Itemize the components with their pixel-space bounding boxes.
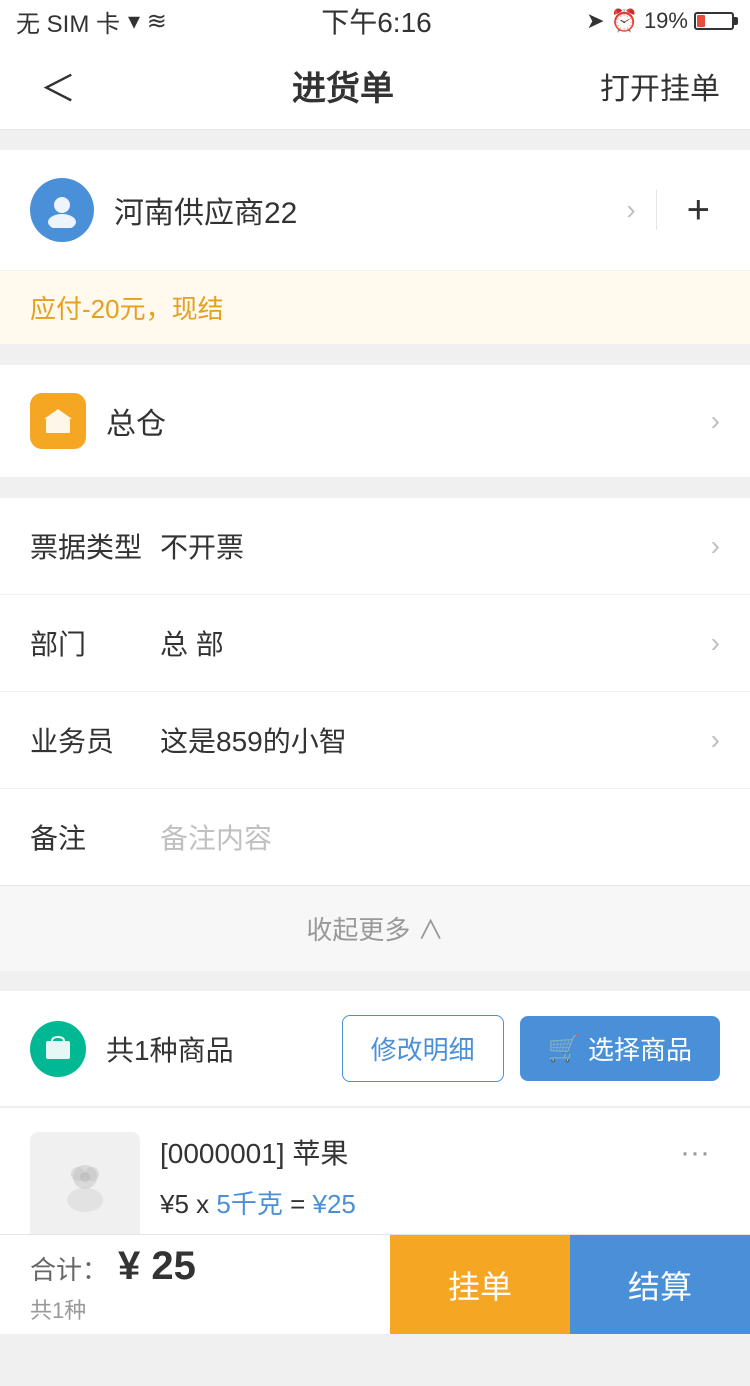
- section-gap-2: [0, 345, 750, 365]
- status-left: 无 SIM 卡 ▾ ≋: [16, 4, 167, 39]
- salesman-row[interactable]: 业务员 这是859的小智 ›: [0, 691, 750, 788]
- battery-percent: 19%: [644, 8, 688, 34]
- carrier-label: 无 SIM 卡: [16, 4, 120, 39]
- remark-row[interactable]: 备注 备注内容: [0, 788, 750, 885]
- product-total: ¥25: [313, 1189, 356, 1219]
- product-code: [0000001]: [160, 1138, 285, 1169]
- edit-detail-button[interactable]: 修改明细: [342, 1015, 504, 1082]
- warehouse-name: 总仓: [106, 399, 711, 443]
- status-bar: 无 SIM 卡 ▾ ≋ 下午6:16 ➤ ⏰ 19%: [0, 0, 750, 42]
- nav-bar: ＜ 进货单 打开挂单: [0, 42, 750, 130]
- department-label: 部门: [30, 623, 150, 663]
- product-name: [0000001] 苹果: [160, 1132, 670, 1172]
- back-button[interactable]: ＜: [30, 50, 86, 122]
- open-pending-button[interactable]: 打开挂单: [600, 64, 720, 108]
- total-label: 合计：: [30, 1250, 108, 1287]
- products-section: 共1种商品 修改明细 🛒 选择商品 [0000001] 苹果 ¥5 x: [0, 991, 750, 1266]
- select-product-button[interactable]: 🛒 选择商品: [520, 1016, 720, 1081]
- remark-value[interactable]: 备注内容: [150, 817, 720, 857]
- add-supplier-button[interactable]: +: [677, 188, 720, 233]
- hold-button[interactable]: 挂单: [390, 1235, 570, 1334]
- products-count: 共1种商品: [106, 1029, 342, 1069]
- status-time: 下午6:16: [321, 1, 432, 41]
- wifi-icon: ▾ ≋: [128, 7, 167, 36]
- supplier-name: 河南供应商22: [114, 188, 626, 232]
- total-sub: 共1种: [30, 1293, 360, 1325]
- product-info: [0000001] 苹果 ¥5 x 5千克 = ¥25: [160, 1132, 670, 1221]
- product-price: ¥5 x 5千克 = ¥25: [160, 1184, 670, 1221]
- product-unit-price: ¥5: [160, 1189, 189, 1219]
- warehouse-section[interactable]: 总仓 ›: [0, 365, 750, 477]
- total-amount: ¥ 25: [118, 1244, 196, 1289]
- supplier-row[interactable]: 河南供应商22 › +: [0, 150, 750, 271]
- location-icon: ➤: [586, 8, 604, 34]
- battery-icon: [694, 12, 734, 30]
- cart-icon: 🛒: [548, 1033, 580, 1064]
- footer-total: 合计： ¥ 25 共1种: [0, 1235, 390, 1334]
- product-thumbnail: [30, 1132, 140, 1242]
- product-equals: =: [290, 1189, 312, 1219]
- notice-text: 应付-20元，现结: [30, 294, 224, 324]
- product-multiply: x: [196, 1189, 216, 1219]
- supplier-section: 河南供应商22 › + 应付-20元，现结: [0, 150, 750, 345]
- form-section: 票据类型 不开票 › 部门 总 部 › 业务员 这是859的小智 › 备注 备注…: [0, 497, 750, 971]
- page-title: 进货单: [292, 61, 394, 110]
- collapse-bar[interactable]: 收起更多 ∧: [0, 885, 750, 971]
- supplier-chevron-icon: ›: [626, 194, 635, 226]
- pay-button-label: 结算: [628, 1262, 692, 1308]
- footer: 合计： ¥ 25 共1种 挂单 结算: [0, 1234, 750, 1334]
- warehouse-icon: [30, 393, 86, 449]
- pay-button[interactable]: 结算: [570, 1235, 750, 1334]
- footer-total-row: 合计： ¥ 25: [30, 1244, 360, 1289]
- product-more-button[interactable]: ···: [670, 1132, 720, 1174]
- department-row[interactable]: 部门 总 部 ›: [0, 594, 750, 691]
- section-gap-4: [0, 971, 750, 991]
- salesman-chevron-icon: ›: [711, 724, 720, 756]
- section-gap-3: [0, 477, 750, 497]
- ticket-type-chevron-icon: ›: [711, 530, 720, 562]
- supplier-avatar: [30, 178, 94, 242]
- section-gap-1: [0, 130, 750, 150]
- notice-bar: 应付-20元，现结: [0, 271, 750, 345]
- ticket-type-label: 票据类型: [30, 526, 150, 566]
- warehouse-row[interactable]: 总仓 ›: [0, 365, 750, 477]
- remark-label: 备注: [30, 817, 150, 857]
- ticket-type-row[interactable]: 票据类型 不开票 ›: [0, 497, 750, 594]
- products-header: 共1种商品 修改明细 🛒 选择商品: [0, 991, 750, 1107]
- product-quantity: 5千克: [216, 1189, 282, 1219]
- supplier-divider: [656, 190, 657, 230]
- products-icon: [30, 1021, 86, 1077]
- salesman-value: 这是859的小智: [150, 720, 711, 760]
- warehouse-chevron-icon: ›: [711, 405, 720, 437]
- product-title: 苹果: [292, 1138, 348, 1169]
- hold-button-label: 挂单: [448, 1262, 512, 1308]
- department-chevron-icon: ›: [711, 627, 720, 659]
- collapse-label: 收起更多 ∧: [306, 915, 443, 945]
- select-product-label: 选择商品: [588, 1030, 692, 1067]
- status-right: ➤ ⏰ 19%: [586, 8, 734, 34]
- salesman-label: 业务员: [30, 720, 150, 760]
- alarm-icon: ⏰: [611, 8, 638, 34]
- ticket-type-value: 不开票: [150, 526, 711, 566]
- department-value: 总 部: [150, 623, 711, 663]
